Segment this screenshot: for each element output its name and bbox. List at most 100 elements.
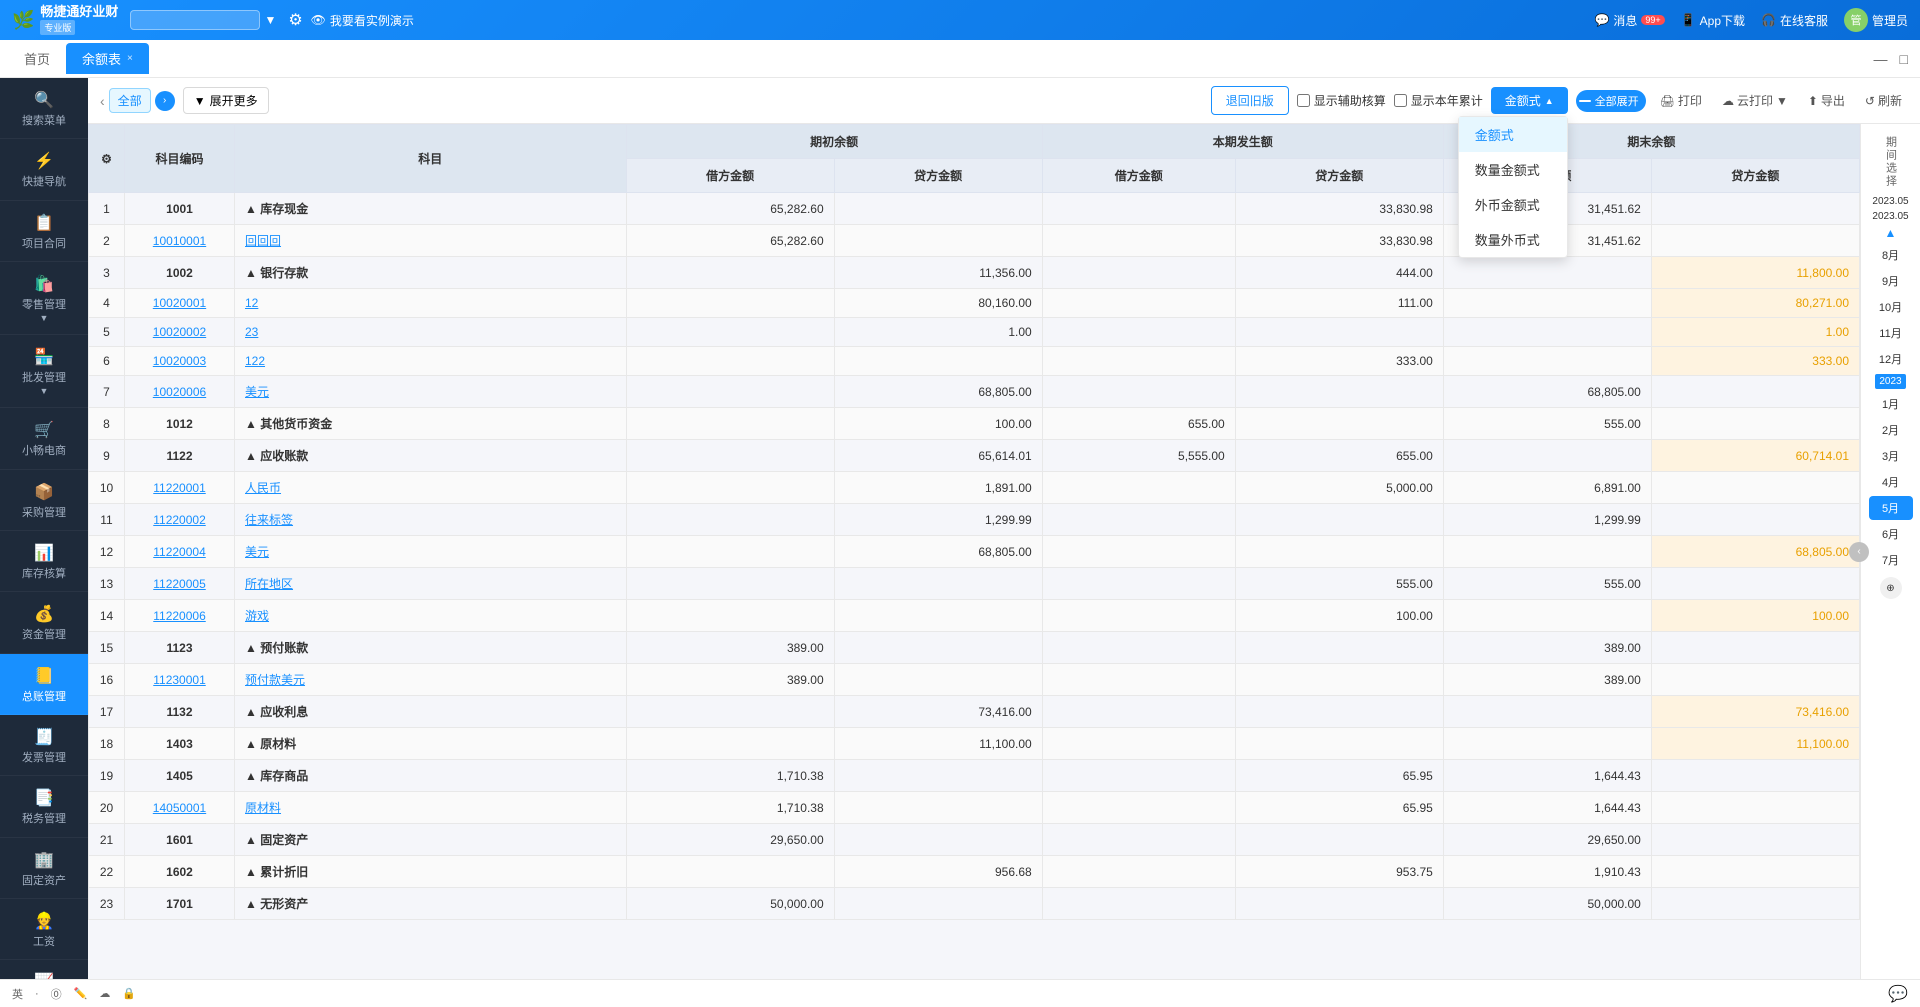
row-code[interactable]: 14050001: [125, 792, 235, 824]
code-link[interactable]: 10020002: [153, 325, 206, 339]
status-cloud-icon[interactable]: ☁: [99, 987, 110, 1000]
search-dropdown-chevron[interactable]: ▼: [264, 13, 276, 27]
sidebar-item-invoice[interactable]: 🧾 发票管理: [0, 715, 88, 776]
row-name[interactable]: 预付款美元: [235, 664, 627, 696]
tab-balance-sheet[interactable]: 余额表 ×: [66, 43, 149, 74]
sidebar-item-purchase[interactable]: 📦 采购管理: [0, 470, 88, 531]
subject-link[interactable]: 12: [245, 296, 258, 310]
subject-link[interactable]: 游戏: [245, 609, 269, 623]
tab-home[interactable]: 首页: [8, 41, 66, 76]
row-code[interactable]: 11220005: [125, 568, 235, 600]
subject-link[interactable]: 往来标签: [245, 513, 293, 527]
subject-link[interactable]: 23: [245, 325, 258, 339]
row-name[interactable]: 游戏: [235, 600, 627, 632]
mode-option-qty-amount[interactable]: 数量金额式: [1459, 152, 1567, 187]
row-name[interactable]: 所在地区: [235, 568, 627, 600]
code-link[interactable]: 11220005: [153, 577, 206, 591]
row-code[interactable]: 10010001: [125, 225, 235, 257]
row-name[interactable]: 12: [235, 289, 627, 318]
status-lock-icon[interactable]: 🔒: [122, 987, 136, 1000]
code-link[interactable]: 11220004: [153, 545, 206, 559]
message-button[interactable]: 💬 消息 99+: [1594, 12, 1664, 29]
sidebar-item-payroll[interactable]: 👷 工资: [0, 899, 88, 960]
sidebar-item-quicknav[interactable]: ⚡ 快捷导航: [0, 139, 88, 200]
code-link[interactable]: 10020006: [153, 385, 206, 399]
refresh-button[interactable]: ↺ 刷新: [1859, 88, 1908, 113]
code-link[interactable]: 10020003: [153, 354, 206, 368]
row-name[interactable]: 人民币: [235, 472, 627, 504]
demo-link[interactable]: 👁 我要看实例演示: [311, 12, 414, 29]
period-month-3[interactable]: 3月: [1869, 444, 1913, 468]
mode-option-amount[interactable]: 金额式: [1459, 117, 1567, 152]
period-up-chevron[interactable]: ▲: [1885, 226, 1897, 240]
status-edit-icon[interactable]: ✏️: [74, 987, 88, 1000]
subject-link[interactable]: 预付款美元: [245, 673, 305, 687]
ytd-checkbox-input[interactable]: [1394, 94, 1407, 107]
period-month-7[interactable]: 7月: [1869, 548, 1913, 572]
period-month-9[interactable]: 9月: [1869, 269, 1913, 293]
row-code[interactable]: 10020003: [125, 347, 235, 376]
status-chat-icon[interactable]: 💬: [1888, 984, 1908, 1004]
code-link[interactable]: 11220001: [153, 481, 206, 495]
sidebar-item-ecommerce[interactable]: 🛒 小畅电商: [0, 408, 88, 469]
row-code[interactable]: 10020001: [125, 289, 235, 318]
settings-col-header[interactable]: ⚙: [89, 125, 125, 193]
sidebar-item-search[interactable]: 🔍 搜索菜单: [0, 78, 88, 139]
cloud-print-button[interactable]: ☁ 云打印 ▼: [1716, 88, 1794, 113]
sidebar-item-finance[interactable]: 💰 资金管理: [0, 592, 88, 653]
settings-gear-icon[interactable]: ⚙: [288, 10, 302, 30]
sidebar-item-assets[interactable]: 🏢 固定资产: [0, 838, 88, 899]
status-lang[interactable]: 英: [12, 986, 23, 1002]
status-circle[interactable]: ⓪: [51, 986, 62, 1002]
row-code[interactable]: 10020002: [125, 318, 235, 347]
subject-link[interactable]: 122: [245, 354, 265, 368]
row-code[interactable]: 11220002: [125, 504, 235, 536]
period-month-5[interactable]: 5月: [1869, 496, 1913, 520]
sidebar-item-inventory[interactable]: 📊 库存核算: [0, 531, 88, 592]
period-month-11[interactable]: 11月: [1869, 321, 1913, 345]
subject-link[interactable]: 回回回: [245, 234, 281, 248]
print-button[interactable]: 🖨 打印: [1654, 88, 1708, 113]
subject-link[interactable]: 原材料: [245, 801, 281, 815]
tab-maximize-button[interactable]: □: [1896, 47, 1912, 71]
expand-more-button[interactable]: ▼ 展开更多: [183, 87, 269, 114]
period-month-8[interactable]: 8月: [1869, 243, 1913, 267]
period-month-12[interactable]: 12月: [1869, 347, 1913, 371]
tab-close-button[interactable]: ×: [127, 53, 133, 64]
panel-toggle-button[interactable]: ‹: [1849, 542, 1869, 562]
tab-minimize-button[interactable]: —: [1870, 47, 1892, 71]
sidebar-item-operations[interactable]: 📈 经营管理: [0, 960, 88, 979]
sidebar-item-project[interactable]: 📋 项目合同: [0, 201, 88, 262]
auxiliary-checkbox-input[interactable]: [1297, 94, 1310, 107]
code-link[interactable]: 10010001: [153, 234, 206, 248]
mode-option-currency-amount[interactable]: 外币金额式: [1459, 187, 1567, 222]
row-name[interactable]: 原材料: [235, 792, 627, 824]
sidebar-item-retail[interactable]: 🛍️ 零售管理 ▼: [0, 262, 88, 335]
sidebar-item-wholesale[interactable]: 🏪 批发管理 ▼: [0, 335, 88, 408]
sidebar-item-tax[interactable]: 📑 税务管理: [0, 776, 88, 837]
period-month-10[interactable]: 10月: [1869, 295, 1913, 319]
period-expand-button[interactable]: ⊕: [1880, 577, 1902, 599]
period-month-6[interactable]: 6月: [1869, 522, 1913, 546]
code-link[interactable]: 11230001: [153, 673, 206, 687]
row-name[interactable]: 23: [235, 318, 627, 347]
row-name[interactable]: 回回回: [235, 225, 627, 257]
row-code[interactable]: 10020006: [125, 376, 235, 408]
code-link[interactable]: 11220006: [153, 609, 206, 623]
filter-back-icon[interactable]: ‹: [100, 93, 105, 109]
sidebar-item-ledger[interactable]: 📒 总账管理: [0, 654, 88, 715]
filter-all-tag[interactable]: 全部: [109, 88, 151, 113]
mode-selector-button[interactable]: 金额式 ▲: [1491, 87, 1568, 114]
code-link[interactable]: 10020001: [153, 296, 206, 310]
global-search-input[interactable]: [130, 10, 260, 30]
online-service-button[interactable]: 🎧 在线客服: [1761, 12, 1828, 29]
back-old-version-button[interactable]: 退回旧版: [1211, 86, 1289, 115]
period-month-1[interactable]: 1月: [1869, 392, 1913, 416]
row-name[interactable]: 美元: [235, 536, 627, 568]
period-month-4[interactable]: 4月: [1869, 470, 1913, 494]
row-code[interactable]: 11230001: [125, 664, 235, 696]
user-avatar[interactable]: 管 管理员: [1844, 8, 1908, 32]
row-code[interactable]: 11220004: [125, 536, 235, 568]
expand-all-toggle[interactable]: 全部展开: [1576, 90, 1646, 112]
row-code[interactable]: 11220006: [125, 600, 235, 632]
